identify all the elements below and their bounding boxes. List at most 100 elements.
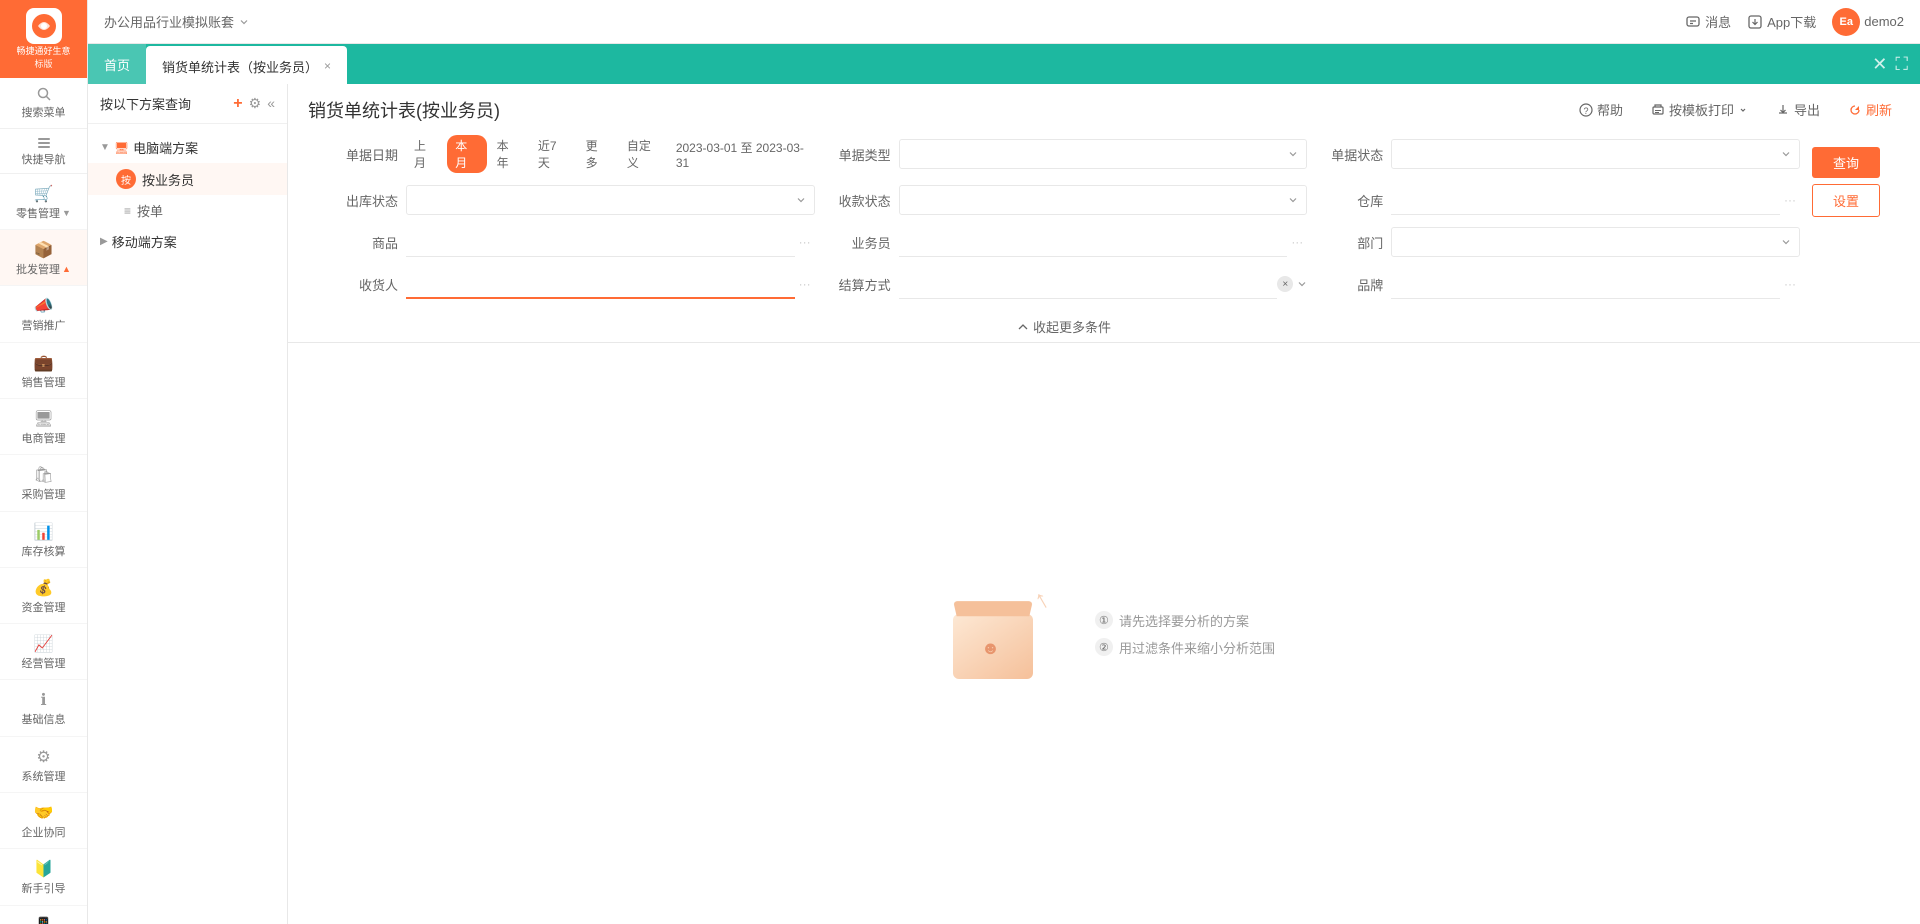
sidebar-item-ecommerce[interactable]: 🖥 电商管理 [0,399,87,455]
help-btn[interactable]: ? 帮助 [1571,96,1631,123]
svg-text:?: ? [1583,106,1588,116]
topbar-actions: 消息 App下载 Ea demo2 [1685,8,1904,36]
consignee-input[interactable] [406,269,795,299]
content-area: 按以下方案查询 + ⚙ « ▼ 🖥 电脑端方案 按 按业务员 [88,84,1920,924]
product-more-icon[interactable]: ··· [795,235,815,249]
sidebar-item-retail[interactable]: 🛒 零售管理 ▼ [0,174,87,230]
filter-collapse-btn[interactable]: 收起更多条件 [328,311,1800,342]
department-select[interactable] [1391,227,1800,257]
enterprise-icon: 🤝 [34,803,54,823]
brand-control: ··· [1391,269,1800,299]
pc-group-icon: 🖥 [114,141,129,155]
pc-group-label: 电脑端方案 [133,138,198,157]
inventory-icon: 📊 [34,522,54,542]
brand-label: 品牌 [1323,275,1383,294]
sidebar-item-inventory[interactable]: 📊 库存核算 [0,512,87,568]
sidebar-item-retail-label: 零售管理 ▼ [16,207,71,221]
sidebar-item-marketing[interactable]: 📣 营销推广 [0,286,87,342]
sidebar-item-enterprise-label: 企业协同 [22,826,66,840]
tab-expand-icon[interactable]: ⛶ [1895,54,1908,75]
tab-salesperson-report[interactable]: 销货单统计表（按业务员） × [146,46,347,86]
template-print-btn[interactable]: 按模板打印 [1643,96,1756,123]
salesperson-input[interactable] [899,227,1288,257]
export-btn[interactable]: 导出 [1768,96,1828,123]
ecommerce-icon: 🖥 [33,409,53,429]
message-action[interactable]: 消息 [1685,12,1731,31]
scheme-group-mobile-header[interactable]: ▶ 移动端方案 [88,226,287,257]
brand-more-icon[interactable]: ··· [1780,277,1800,291]
download-action[interactable]: App下载 [1747,12,1816,31]
date-this-year[interactable]: 本年 [489,135,528,173]
settings-btn[interactable]: 设置 [1812,184,1880,217]
sidebar-item-purchase[interactable]: 🛍 采购管理 [0,455,87,511]
appcenter-icon: 📱 [34,916,54,924]
tab-shrink-icon[interactable]: ✕ [1872,54,1887,75]
query-btn[interactable]: 查询 [1812,147,1880,178]
page-header: 销货单统计表(按业务员) ? 帮助 按模板打印 [288,84,1920,343]
settlement-clear-btn[interactable]: × [1277,276,1293,292]
system-icon: ⚙ [36,747,50,767]
salesperson-more-icon[interactable]: ··· [1287,235,1307,249]
filter-row-2: 出库状态 收款状态 [328,185,1800,215]
sidebar-item-enterprise[interactable]: 🤝 企业协同 [0,793,87,849]
basic-icon: ℹ [40,690,46,710]
settlement-control: × [899,269,1308,299]
sidebar-item-appcenter[interactable]: 📱 应用中心 [0,906,87,924]
refresh-btn[interactable]: 刷新 [1840,96,1900,123]
consignee-control: ··· [406,269,815,299]
scheme-item-salesperson[interactable]: 按 按业务员 [88,163,287,195]
sidebar-item-basic[interactable]: ℹ 基础信息 [0,680,87,736]
payment-status-select[interactable] [899,185,1308,215]
filter-container: 单据日期 上月 本月 本年 近7天 更多 自定义 20 [308,135,1900,342]
date-last-month[interactable]: 上月 [406,135,445,173]
warehouse-more-icon[interactable]: ··· [1780,193,1800,207]
scheme-add-icon[interactable]: + [233,95,242,113]
date-custom[interactable]: 自定义 [619,135,670,173]
warehouse-control: ··· [1391,185,1800,215]
warehouse-input[interactable] [1391,185,1780,215]
order-type-control [899,139,1308,169]
payment-status-control [899,185,1308,215]
date-label: 单据日期 [328,145,398,164]
salesperson-control: ··· [899,227,1308,257]
warehouse-label: 仓库 [1323,191,1383,210]
sidebar-item-system[interactable]: ⚙ 系统管理 [0,737,87,793]
newbie-icon: 🔰 [34,859,54,879]
sidebar-item-finance[interactable]: 💰 资金管理 [0,568,87,624]
brand-input[interactable] [1391,269,1780,299]
product-input[interactable] [406,227,795,257]
scheme-group-pc-header[interactable]: ▼ 🖥 电脑端方案 [88,132,287,163]
export-label: 导出 [1794,100,1820,119]
order-status-select[interactable] [1391,139,1800,169]
date-control: 上月 本月 本年 近7天 更多 自定义 2023-03-01 至 2023-03… [406,135,815,173]
scheme-settings-icon[interactable]: ⚙ [249,95,262,113]
date-this-month[interactable]: 本月 [447,135,486,173]
date-7days[interactable]: 近7天 [530,135,576,173]
empty-text-1: ① 请先选择要分析的方案 [1095,611,1275,630]
sidebar-item-newbie[interactable]: 🔰 新手引导 [0,849,87,905]
marketing-icon: 📣 [34,296,54,316]
sidebar-item-basic-label: 基础信息 [22,713,66,727]
scheme-sub-item-order[interactable]: ≡ 按单 [88,195,287,226]
quick-nav[interactable]: 快捷导航 [0,129,87,174]
scheme-collapse-icon[interactable]: « [267,95,275,113]
stock-status-select[interactable] [406,185,815,215]
filter-row-1: 单据日期 上月 本月 本年 近7天 更多 自定义 20 [328,135,1800,173]
sidebar-item-wholesale[interactable]: 📦 批发管理 ▲ [0,230,87,286]
logo-text: 畅捷通好生意 标版 [16,46,70,70]
sidebar-item-operation[interactable]: 📈 经营管理 [0,624,87,680]
settlement-input[interactable] [899,269,1278,299]
tab-close-icon[interactable]: × [324,59,331,73]
sidebar-item-sales[interactable]: 💼 销售管理 [0,343,87,399]
sales-icon: 💼 [34,353,54,373]
tab-home[interactable]: 首页 [88,44,146,84]
user-action[interactable]: Ea demo2 [1832,8,1904,36]
order-type-select[interactable] [899,139,1308,169]
page-title-row: 销货单统计表(按业务员) ? 帮助 按模板打印 [308,96,1900,123]
topbar-title: 办公用品行业模拟账套 [104,12,1673,31]
date-more[interactable]: 更多 [578,135,617,173]
download-label: App下载 [1767,12,1816,31]
search-menu[interactable]: 搜索菜单 [0,78,87,129]
collapse-label: 收起更多条件 [1033,317,1111,336]
consignee-more-icon[interactable]: ··· [795,277,815,291]
